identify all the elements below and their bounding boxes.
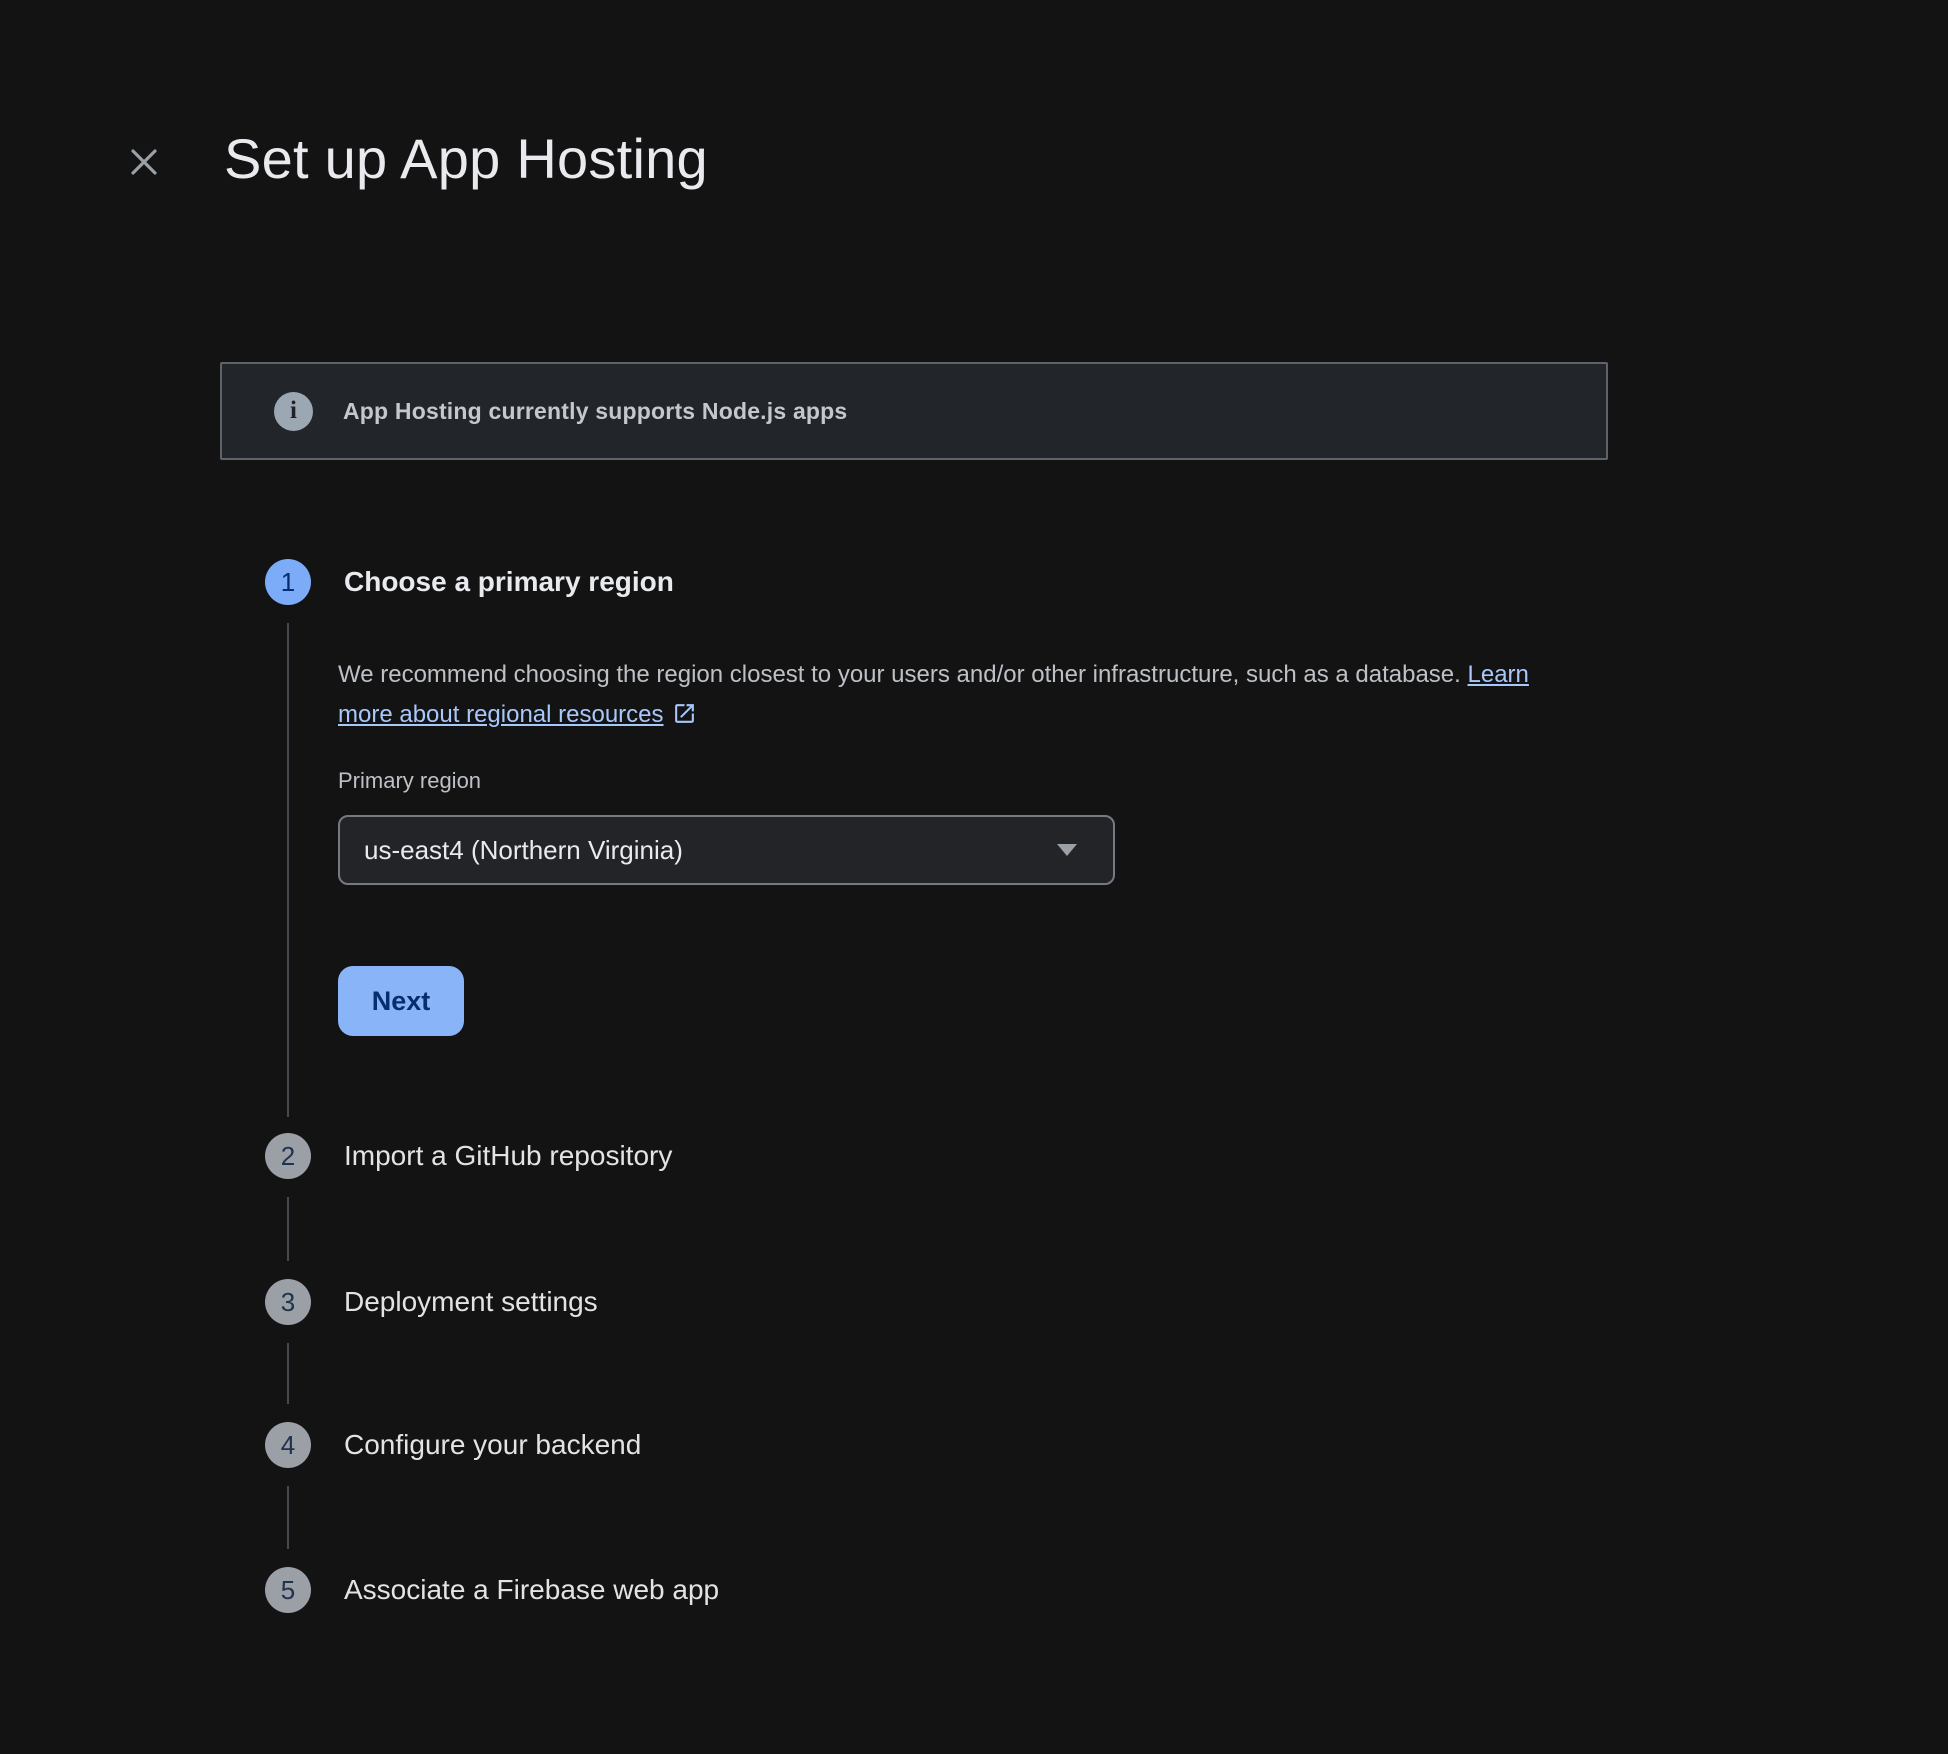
region-description-text: We recommend choosing the region closest… [338,661,1468,688]
region-description: We recommend choosing the region closest… [338,655,1578,739]
step-3-number: 3 [281,1287,295,1318]
step-5-number: 5 [281,1575,295,1606]
close-x-glyph [128,146,160,178]
stepper-step-3: 3 Deployment settings [265,1279,598,1325]
step-5-indicator: 5 [265,1567,311,1613]
step-2-label: Import a GitHub repository [344,1140,672,1172]
info-banner-text: App Hosting currently supports Node.js a… [343,398,847,425]
info-banner: i App Hosting currently supports Node.js… [220,362,1608,460]
primary-region-select[interactable]: us-east4 (Northern Virginia) [338,815,1115,885]
stepper-step-4: 4 Configure your backend [265,1422,641,1468]
next-button[interactable]: Next [338,966,464,1036]
step-4-number: 4 [281,1430,295,1461]
step-1-label: Choose a primary region [344,566,674,598]
chevron-down-icon [1057,844,1077,856]
stepper-step-5: 5 Associate a Firebase web app [265,1567,719,1613]
stepper-step-2: 2 Import a GitHub repository [265,1133,672,1179]
step-2-number: 2 [281,1141,295,1172]
setup-app-hosting-page: Set up App Hosting i App Hosting current… [0,0,1948,1754]
step-1-indicator: 1 [265,559,311,605]
external-link-icon [672,699,697,739]
step-4-label: Configure your backend [344,1429,641,1461]
step-2-indicator: 2 [265,1133,311,1179]
step-5-label: Associate a Firebase web app [344,1574,719,1606]
stepper-step-1: 1 Choose a primary region [265,559,674,605]
close-icon[interactable] [118,136,170,188]
stepper-connector-4-5 [287,1486,289,1549]
info-icon: i [274,392,313,431]
primary-region-selected-value: us-east4 (Northern Virginia) [364,835,1057,866]
step-4-indicator: 4 [265,1422,311,1468]
page-title: Set up App Hosting [224,126,708,192]
stepper-connector-3-4 [287,1343,289,1404]
stepper-connector-1-2 [287,623,289,1117]
step-3-indicator: 3 [265,1279,311,1325]
stepper-connector-2-3 [287,1197,289,1261]
step-3-label: Deployment settings [344,1286,598,1318]
step-1-number: 1 [281,567,295,598]
primary-region-field-label: Primary region [338,768,481,794]
